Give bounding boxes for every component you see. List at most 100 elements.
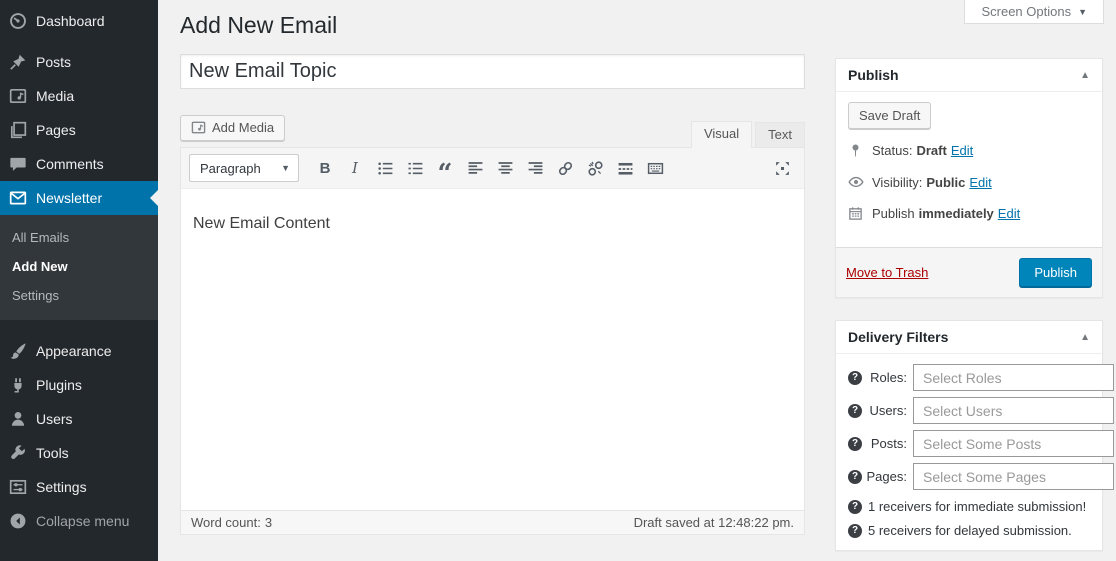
dashboard-icon <box>8 11 28 31</box>
blockquote-button[interactable]: “ <box>431 155 459 189</box>
screen-options-label: Screen Options <box>981 4 1072 19</box>
pages-select-input[interactable] <box>913 463 1114 490</box>
sidebar-item-appearance[interactable]: Appearance <box>0 334 158 368</box>
italic-button[interactable]: I <box>341 155 369 181</box>
posts-select-input[interactable] <box>913 430 1114 457</box>
sidebar-item-users[interactable]: Users <box>0 402 158 436</box>
pages-filter-row: ? Pages: <box>848 463 1114 490</box>
media-icon <box>191 120 206 135</box>
submenu-item-settings[interactable]: Settings <box>0 281 158 310</box>
align-right-button[interactable] <box>521 155 549 181</box>
edit-schedule-link[interactable]: Edit <box>998 206 1020 221</box>
unlink-icon <box>587 160 603 176</box>
numbered-list-button[interactable] <box>401 155 429 181</box>
delayed-receivers-note: ? 5 receivers for delayed submission. <box>848 523 1090 538</box>
sidebar-item-label: Users <box>36 411 73 427</box>
sidebar-item-posts[interactable]: Posts <box>0 45 158 79</box>
sidebar-item-newsletter[interactable]: Newsletter <box>0 181 158 215</box>
sidebar-item-tools[interactable]: Tools <box>0 436 158 470</box>
insert-link-button[interactable] <box>551 155 579 181</box>
pages-icon <box>8 120 28 140</box>
eye-icon <box>848 174 868 190</box>
sidebar-item-label: Pages <box>36 122 76 138</box>
posts-label: Posts: <box>870 436 907 451</box>
editor-toolbar: Paragraph ▼ B I “ <box>181 148 804 189</box>
screen-options-tab[interactable]: Screen Options ▼ <box>964 0 1104 24</box>
distraction-free-button[interactable] <box>768 155 796 181</box>
calendar-icon <box>848 206 868 221</box>
move-to-trash-link[interactable]: Move to Trash <box>846 265 928 280</box>
word-count-label: Word count: <box>191 515 261 530</box>
sliders-icon <box>8 477 28 497</box>
add-media-button[interactable]: Add Media <box>180 115 286 141</box>
visibility-label: Visibility: <box>872 174 923 190</box>
sidebar-item-pages[interactable]: Pages <box>0 113 158 147</box>
plug-icon <box>8 375 28 395</box>
help-icon[interactable]: ? <box>848 469 862 484</box>
collapse-menu-button[interactable]: Collapse menu <box>0 504 158 538</box>
tab-visual[interactable]: Visual <box>690 121 753 148</box>
numbered-list-icon <box>407 162 422 174</box>
delivery-filters-title: Delivery Filters <box>848 329 949 345</box>
paragraph-format-select[interactable]: Paragraph ▼ <box>189 154 299 182</box>
editor-status-bar: Word count: 3 Draft saved at 12:48:22 pm… <box>181 510 804 534</box>
toolbar-toggle-button[interactable] <box>641 155 669 181</box>
sidebar-item-label: Settings <box>36 479 87 495</box>
sidebar-item-comments[interactable]: Comments <box>0 147 158 181</box>
panel-collapse-icon[interactable]: ▲ <box>1080 332 1090 343</box>
edit-visibility-link[interactable]: Edit <box>969 175 991 190</box>
roles-filter-row: ? Roles: <box>848 364 1114 391</box>
more-tag-icon <box>618 162 632 175</box>
comment-icon <box>8 154 28 174</box>
submenu-item-all-emails[interactable]: All Emails <box>0 223 158 252</box>
sidebar-item-settings[interactable]: Settings <box>0 470 158 504</box>
chevron-down-icon: ▼ <box>281 163 290 173</box>
help-icon[interactable]: ? <box>848 523 862 538</box>
email-content-text: New Email Content <box>193 215 330 232</box>
delivery-filters-header[interactable]: Delivery Filters ▲ <box>836 321 1102 354</box>
help-icon[interactable]: ? <box>848 370 862 385</box>
schedule-row: Publish immediately Edit <box>848 206 1090 221</box>
paintbrush-icon <box>8 341 28 361</box>
pages-label: Pages: <box>866 469 907 484</box>
tab-text[interactable]: Text <box>755 122 805 147</box>
admin-sidebar: Dashboard Posts Media Pages Comments New… <box>0 0 158 561</box>
status-row: Status: Draft Edit <box>848 143 1090 158</box>
panel-collapse-icon[interactable]: ▲ <box>1080 70 1090 81</box>
users-select-input[interactable] <box>913 397 1114 424</box>
submenu-item-add-new[interactable]: Add New <box>0 252 158 281</box>
delayed-receivers-text: 5 receivers for delayed submission. <box>868 523 1072 538</box>
sidebar-item-plugins[interactable]: Plugins <box>0 368 158 402</box>
help-icon[interactable]: ? <box>848 499 862 514</box>
sidebar-item-label: Dashboard <box>36 13 105 29</box>
bullet-list-button[interactable] <box>371 155 399 181</box>
help-icon[interactable]: ? <box>848 403 862 418</box>
align-center-button[interactable] <box>491 155 519 181</box>
align-left-icon <box>468 161 482 174</box>
edit-status-link[interactable]: Edit <box>951 143 973 158</box>
email-title-input[interactable] <box>180 54 805 89</box>
sidebar-item-label: Appearance <box>36 343 112 359</box>
publish-panel-title: Publish <box>848 67 899 83</box>
help-icon[interactable]: ? <box>848 436 862 451</box>
publish-button[interactable]: Publish <box>1019 258 1092 287</box>
read-more-tag-button[interactable] <box>611 155 639 181</box>
align-left-button[interactable] <box>461 155 489 181</box>
menu-separator <box>0 38 158 45</box>
roles-select-input[interactable] <box>913 364 1114 391</box>
email-content-editable[interactable]: New Email Content <box>181 189 804 510</box>
wrench-icon <box>8 443 28 463</box>
bullet-list-icon <box>377 161 392 175</box>
sidebar-item-media[interactable]: Media <box>0 79 158 113</box>
remove-link-button[interactable] <box>581 155 609 181</box>
bold-button[interactable]: B <box>311 155 339 181</box>
publish-panel-header[interactable]: Publish ▲ <box>836 59 1102 92</box>
main-content: Add New Email Add Media Visual Text Para… <box>158 0 838 535</box>
blockquote-icon: “ <box>437 159 453 189</box>
save-draft-button[interactable]: Save Draft <box>848 102 932 129</box>
chevron-down-icon: ▼ <box>1078 6 1087 17</box>
delivery-filters-panel: Delivery Filters ▲ ? Roles: ? Users: ? P… <box>835 320 1114 551</box>
users-filter-row: ? Users: <box>848 397 1114 424</box>
publishing-actions: Move to Trash Publish <box>836 247 1102 297</box>
sidebar-item-dashboard[interactable]: Dashboard <box>0 4 158 38</box>
